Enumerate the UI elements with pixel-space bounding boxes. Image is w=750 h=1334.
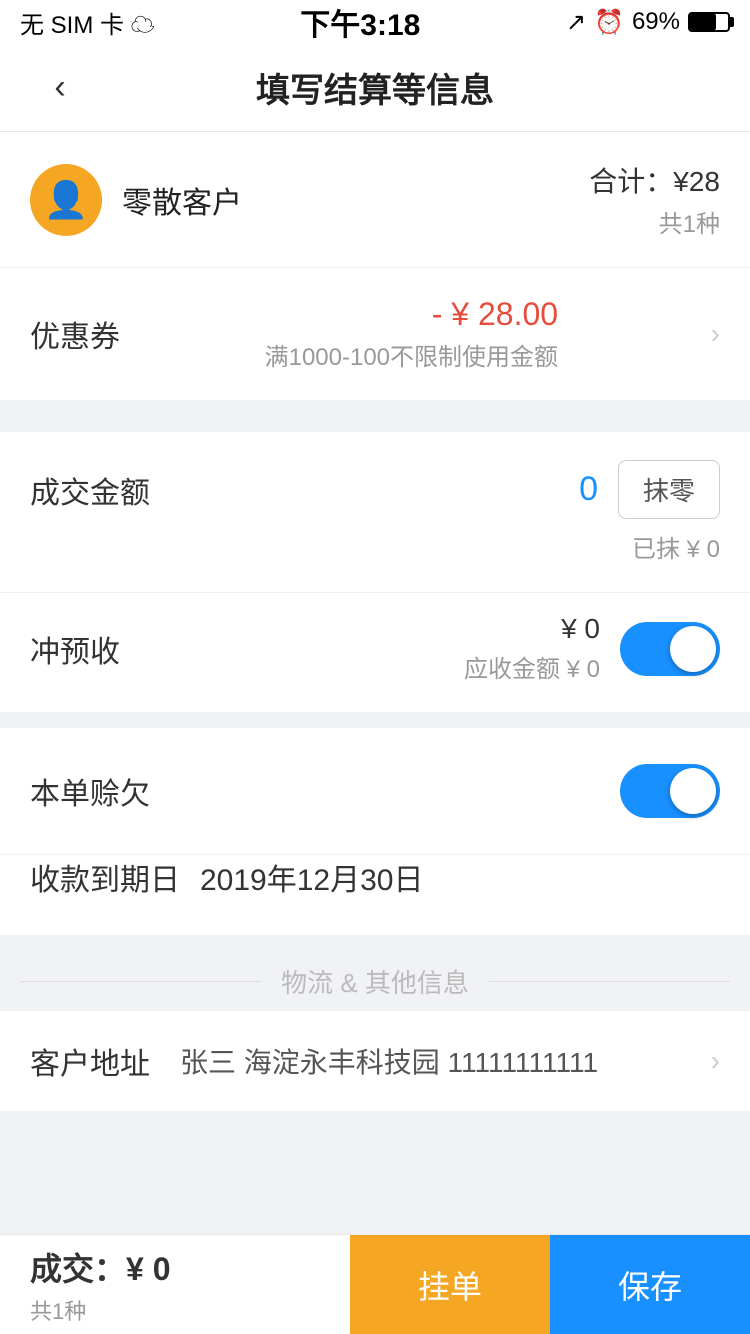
- coupon-value: - ¥ 28.00: [432, 296, 558, 333]
- coupon-row[interactable]: 优惠券 - ¥ 28.00 满1000-100不限制使用金额 ›: [0, 267, 750, 400]
- status-bar: 无 SIM 卡 ☁ 下午3:18 ↗ ⏰ 69%: [0, 0, 750, 44]
- deal-amount-label: 成交金额: [30, 468, 150, 512]
- address-label: 客户地址: [30, 1039, 150, 1083]
- section-divider-1: [0, 416, 750, 432]
- customer-card: 👤 零散客户 合计：¥28 共1种 优惠券 - ¥ 28.00 满1000-10…: [0, 132, 750, 400]
- back-button[interactable]: ‹: [30, 58, 90, 118]
- toggle-knob: [670, 626, 716, 672]
- debt-card: 本单赊欠 收款到期日 2019年12月30日: [0, 728, 750, 935]
- content-area: 👤 零散客户 合计：¥28 共1种 优惠券 - ¥ 28.00 满1000-10…: [0, 132, 750, 1327]
- logistics-line-right: [489, 981, 730, 982]
- alarm-icon: ⏰: [594, 8, 624, 37]
- logistics-line-left: [20, 981, 261, 982]
- customer-name: 零散客户: [122, 178, 242, 222]
- footer: 成交：¥ 0 共1种 挂单 保存: [0, 1234, 750, 1334]
- footer-count: 共1种: [30, 1294, 320, 1326]
- sim-label: 无 SIM 卡 ☁: [20, 5, 155, 40]
- avatar: 👤: [30, 164, 102, 236]
- page-title: 填写结算等信息: [256, 63, 494, 112]
- precollect-right: ¥ 0 应收金额 ¥ 0: [464, 613, 720, 684]
- precollect-label: 冲预收: [30, 627, 120, 671]
- coupon-sub: 满1000-100不限制使用金额: [265, 337, 558, 372]
- precollect-toggle[interactable]: [620, 622, 720, 676]
- deal-amount-sub-text: 已抹 ¥ 0: [632, 529, 720, 564]
- due-date-label: 收款到期日: [30, 855, 180, 899]
- customer-count: 共1种: [589, 204, 720, 239]
- footer-deal-row: 成交：¥ 0: [30, 1244, 320, 1290]
- address-row[interactable]: 客户地址 张三 海淀永丰科技园 11111111111 ›: [0, 1011, 750, 1111]
- battery-percent: 69%: [632, 8, 680, 36]
- address-card: 客户地址 张三 海淀永丰科技园 11111111111 ›: [0, 1011, 750, 1111]
- footer-deal-label: 成交：: [30, 1251, 126, 1287]
- status-left: 无 SIM 卡 ☁: [20, 5, 155, 40]
- customer-total: 合计：¥28: [589, 160, 720, 200]
- avatar-icon: 👤: [44, 179, 89, 221]
- location-icon: ↗: [566, 8, 586, 37]
- address-value: 张三 海淀永丰科技园 11111111111: [180, 1041, 703, 1081]
- round-down-button[interactable]: 抹零: [618, 460, 720, 519]
- coupon-label: 优惠券: [30, 312, 120, 356]
- pending-button[interactable]: 挂单: [350, 1235, 550, 1334]
- debt-toggle-knob: [670, 768, 716, 814]
- logistics-label: 物流 & 其他信息: [281, 963, 469, 1000]
- logistics-divider: 物流 & 其他信息: [0, 951, 750, 1011]
- address-chevron-icon: ›: [711, 1045, 720, 1077]
- precollect-value: ¥ 0: [464, 613, 600, 645]
- deal-amount-sub: 已抹 ¥ 0: [0, 529, 750, 592]
- debt-row: 本单赊欠: [0, 728, 750, 854]
- debt-toggle[interactable]: [620, 764, 720, 818]
- save-button[interactable]: 保存: [550, 1235, 750, 1334]
- section-divider-2: [0, 712, 750, 728]
- due-date-value: 2019年12月30日: [200, 855, 423, 899]
- footer-info: 成交：¥ 0 共1种: [0, 1235, 350, 1334]
- battery-icon: [688, 12, 730, 32]
- deal-amount-row: 成交金额 0 抹零: [0, 432, 750, 529]
- precollect-sub: 应收金额 ¥ 0: [464, 649, 600, 684]
- status-time: 下午3:18: [300, 0, 420, 44]
- nav-bar: ‹ 填写结算等信息: [0, 44, 750, 132]
- customer-left: 👤 零散客户: [30, 164, 242, 236]
- deal-amount-value: 0: [579, 470, 598, 509]
- precollect-row: 冲预收 ¥ 0 应收金额 ¥ 0: [0, 592, 750, 712]
- status-right: ↗ ⏰ 69%: [566, 8, 730, 37]
- customer-row: 👤 零散客户 合计：¥28 共1种: [0, 132, 750, 267]
- coupon-right: - ¥ 28.00 满1000-100不限制使用金额: [265, 296, 558, 372]
- footer-deal-value: ¥ 0: [126, 1251, 170, 1287]
- amount-section: 成交金额 0 抹零 已抹 ¥ 0 冲预收 ¥ 0 应收金额 ¥ 0: [0, 432, 750, 712]
- chevron-right-icon: ›: [711, 318, 720, 350]
- customer-right: 合计：¥28 共1种: [589, 160, 720, 239]
- precollect-amount: ¥ 0 应收金额 ¥ 0: [464, 613, 600, 684]
- due-date-row: 收款到期日 2019年12月30日: [0, 854, 750, 935]
- debt-label: 本单赊欠: [30, 769, 150, 813]
